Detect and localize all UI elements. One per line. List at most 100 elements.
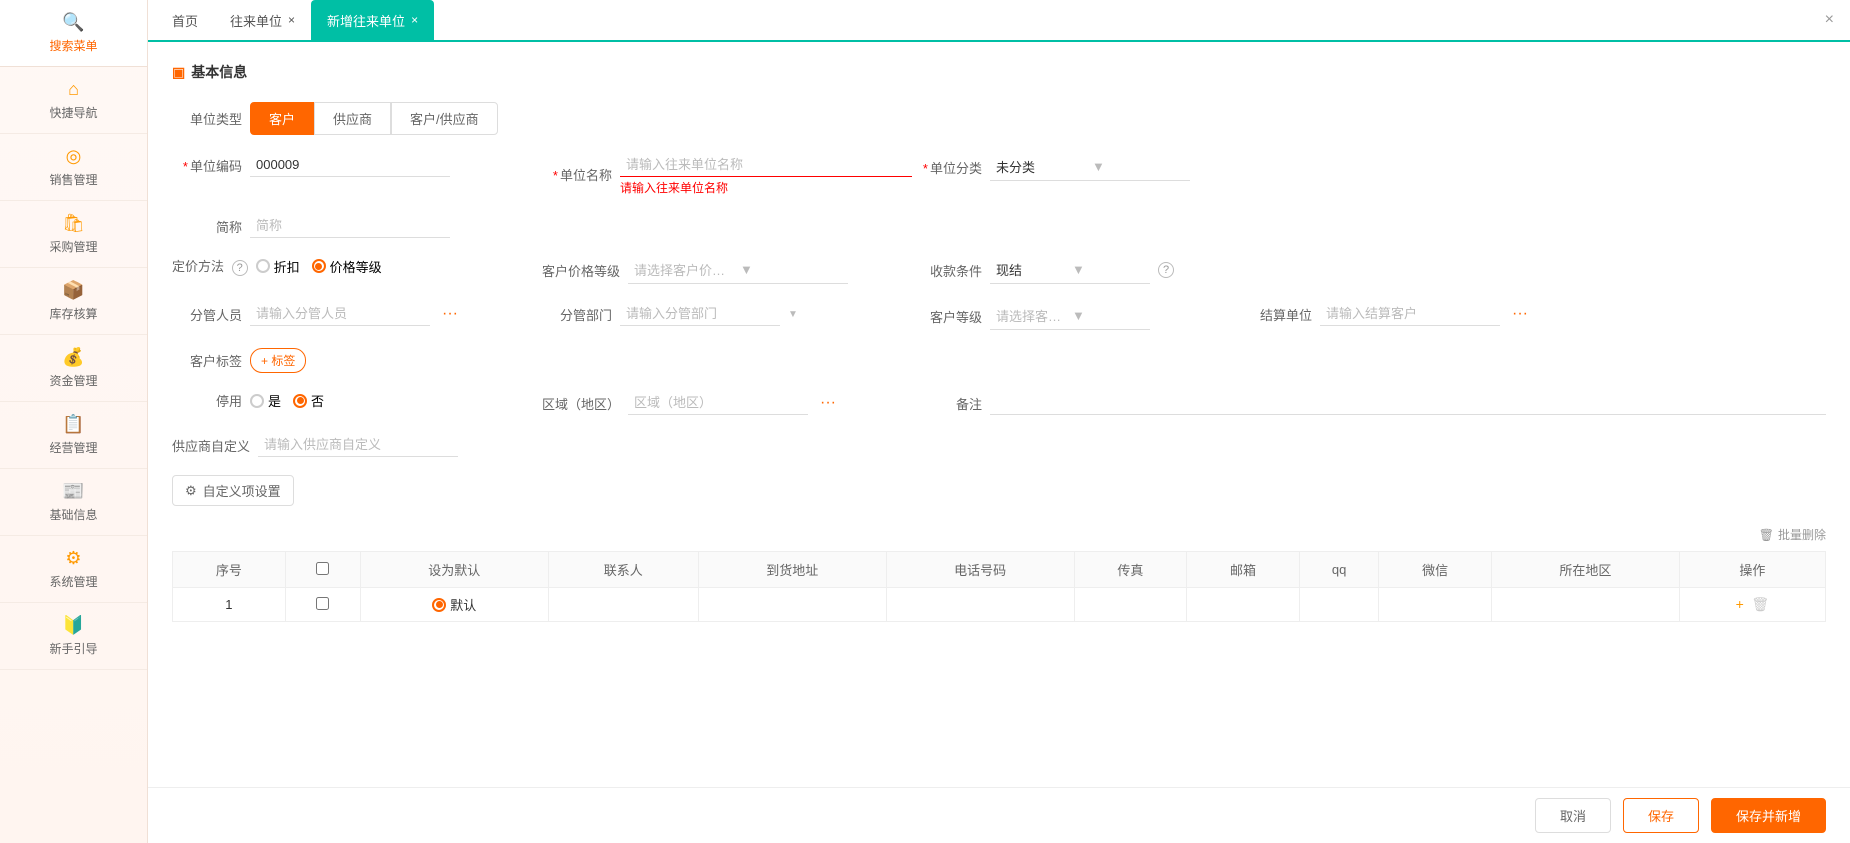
radio-discount[interactable]: 折扣 xyxy=(256,257,300,276)
unit-btn-both[interactable]: 客户/供应商 xyxy=(391,102,498,135)
cell-wechat[interactable] xyxy=(1379,588,1492,622)
sidebar-item-label: 基础信息 xyxy=(49,506,97,523)
radio-yes[interactable]: 是 xyxy=(250,391,281,410)
tab-home[interactable]: 首页 xyxy=(156,0,214,40)
sidebar-item-purchase[interactable]: 🛍 采购管理 xyxy=(0,201,147,268)
pricing-method-label: 定价方法 ? xyxy=(172,256,248,276)
table-body: 1 默认 xyxy=(173,588,1826,622)
radio-discount-circle xyxy=(256,259,270,273)
save-button[interactable]: 保存 xyxy=(1623,798,1699,833)
unit-type-buttons: 客户 供应商 客户/供应商 xyxy=(250,102,498,135)
sidebar-item-label: 经营管理 xyxy=(49,439,97,456)
cell-phone[interactable] xyxy=(886,588,1074,622)
sidebar-item-operations[interactable]: 📋 经营管理 xyxy=(0,402,147,469)
delete-row-button[interactable]: 🗑 xyxy=(1749,594,1771,615)
cancel-button[interactable]: 取消 xyxy=(1535,798,1611,833)
custom-settings-button[interactable]: ⚙ 自定义项设置 xyxy=(172,475,294,506)
manager-input[interactable] xyxy=(250,302,430,326)
sidebar: 🔍 搜索菜单 ⌂ 快捷导航 ◎ 销售管理 🛍 采购管理 📦 库存核算 💰 资金管… xyxy=(0,0,148,843)
operations-icon: 📋 xyxy=(62,414,84,435)
form-footer: 取消 保存 保存并新增 xyxy=(148,787,1850,843)
sidebar-item-quicknav[interactable]: ⌂ 快捷导航 xyxy=(0,67,147,134)
cell-email[interactable] xyxy=(1187,588,1300,622)
no-label: 否 xyxy=(311,391,324,410)
settlement-input[interactable] xyxy=(1320,302,1500,326)
unit-category-select[interactable]: 未分类 ▼ xyxy=(990,153,1190,181)
supplier-custom-label: 供应商自定义 xyxy=(172,436,250,455)
region-input[interactable] xyxy=(628,391,808,415)
settlement-ellipsis[interactable]: ··· xyxy=(1508,305,1532,323)
payment-terms-select[interactable]: 现结 ▼ xyxy=(990,256,1150,284)
disabled-label: 停用 xyxy=(172,391,242,410)
sales-icon: ◎ xyxy=(66,146,82,167)
payment-help-icon[interactable]: ? xyxy=(1158,262,1174,278)
sidebar-item-inventory[interactable]: 📦 库存核算 xyxy=(0,268,147,335)
sidebar-item-label: 销售管理 xyxy=(49,171,97,188)
dept-input[interactable] xyxy=(620,302,780,326)
cell-address[interactable] xyxy=(698,588,886,622)
sidebar-item-finance[interactable]: 💰 资金管理 xyxy=(0,335,147,402)
customer-price-select[interactable]: 请选择客户价格等级 ▼ xyxy=(628,256,848,284)
sidebar-item-system[interactable]: ⚙ 系统管理 xyxy=(0,536,147,603)
sidebar-item-basic[interactable]: 📰 基础信息 xyxy=(0,469,147,536)
unit-name-wrapper: 请输入往来单位名称 xyxy=(620,153,912,196)
tab-new-transaction[interactable]: 新增往来单位 × xyxy=(311,0,434,40)
manager-group: 分管人员 ··· xyxy=(172,302,542,326)
short-name-group: 简称 xyxy=(172,214,542,238)
sidebar-item-guide[interactable]: 🔰 新手引导 xyxy=(0,603,147,670)
col-contact: 联系人 xyxy=(548,552,698,588)
disabled-radio-group: 是 否 xyxy=(250,391,324,410)
save-new-button[interactable]: 保存并新增 xyxy=(1711,798,1826,833)
sidebar-item-sales[interactable]: ◎ 销售管理 xyxy=(0,134,147,201)
col-default: 设为默认 xyxy=(360,552,548,588)
pricing-help-icon[interactable]: ? xyxy=(232,260,248,276)
short-name-row: 简称 xyxy=(172,214,1826,238)
manager-row: 分管人员 ··· 分管部门 ▼ 客户等级 请选择客户等级 ▼ 结算单位 ··· xyxy=(172,302,1826,330)
unit-name-input[interactable] xyxy=(620,153,912,177)
tab-new-close[interactable]: × xyxy=(411,13,418,27)
unit-btn-customer[interactable]: 客户 xyxy=(250,102,314,135)
region-ellipsis[interactable]: ··· xyxy=(816,394,840,412)
add-row-button[interactable]: + xyxy=(1734,594,1746,614)
customer-price-arrow: ▼ xyxy=(740,262,842,277)
short-name-input[interactable] xyxy=(250,214,450,238)
add-tag-button[interactable]: + 标签 xyxy=(250,348,306,373)
default-label: 默认 xyxy=(450,595,476,614)
custom-settings-label: 自定义项设置 xyxy=(203,481,281,500)
radio-price-level[interactable]: 价格等级 xyxy=(312,257,382,276)
sidebar-search-label: 搜索菜单 xyxy=(49,37,97,54)
select-all-checkbox[interactable] xyxy=(316,562,329,575)
row-checkbox[interactable] xyxy=(316,597,329,610)
col-phone: 电话号码 xyxy=(886,552,1074,588)
settlement-group: 结算单位 ··· xyxy=(1242,302,1826,326)
cell-contact[interactable] xyxy=(548,588,698,622)
dept-arrow: ▼ xyxy=(788,309,798,320)
remark-input[interactable] xyxy=(990,391,1826,415)
sidebar-search[interactable]: 🔍 搜索菜单 xyxy=(0,0,147,67)
unit-type-group: 单位类型 客户 供应商 客户/供应商 xyxy=(172,102,1826,135)
default-radio[interactable]: 默认 xyxy=(367,595,542,614)
customer-level-select[interactable]: 请选择客户等级 ▼ xyxy=(990,302,1150,330)
payment-terms-value: 现结 xyxy=(996,260,1068,279)
system-icon: ⚙ xyxy=(65,548,81,569)
cell-qq[interactable] xyxy=(1299,588,1378,622)
no-dot xyxy=(297,397,304,404)
supplier-custom-input[interactable] xyxy=(258,433,458,457)
quicknav-icon: ⌂ xyxy=(68,79,79,100)
manager-label: 分管人员 xyxy=(172,305,242,324)
tab-transaction-close[interactable]: × xyxy=(288,13,295,27)
unit-code-input[interactable] xyxy=(250,153,450,177)
tab-transaction[interactable]: 往来单位 × xyxy=(214,0,311,40)
unit-btn-supplier[interactable]: 供应商 xyxy=(314,102,391,135)
radio-no[interactable]: 否 xyxy=(293,391,324,410)
settlement-label: 结算单位 xyxy=(1242,305,1312,324)
batch-delete-button[interactable]: 🗑 批量删除 xyxy=(1759,526,1826,543)
unit-type-label: 单位类型 xyxy=(172,109,242,128)
cell-fax[interactable] xyxy=(1074,588,1187,622)
cell-location[interactable] xyxy=(1491,588,1679,622)
table-header-bar: 🗑 批量删除 xyxy=(172,526,1826,543)
table-head: 序号 设为默认 联系人 到货地址 电话号码 传真 邮箱 qq 微信 所在地区 操… xyxy=(173,552,1826,588)
manager-ellipsis[interactable]: ··· xyxy=(438,305,462,323)
close-all-button[interactable]: × xyxy=(1817,7,1842,33)
customer-level-group: 客户等级 请选择客户等级 ▼ xyxy=(912,302,1242,330)
